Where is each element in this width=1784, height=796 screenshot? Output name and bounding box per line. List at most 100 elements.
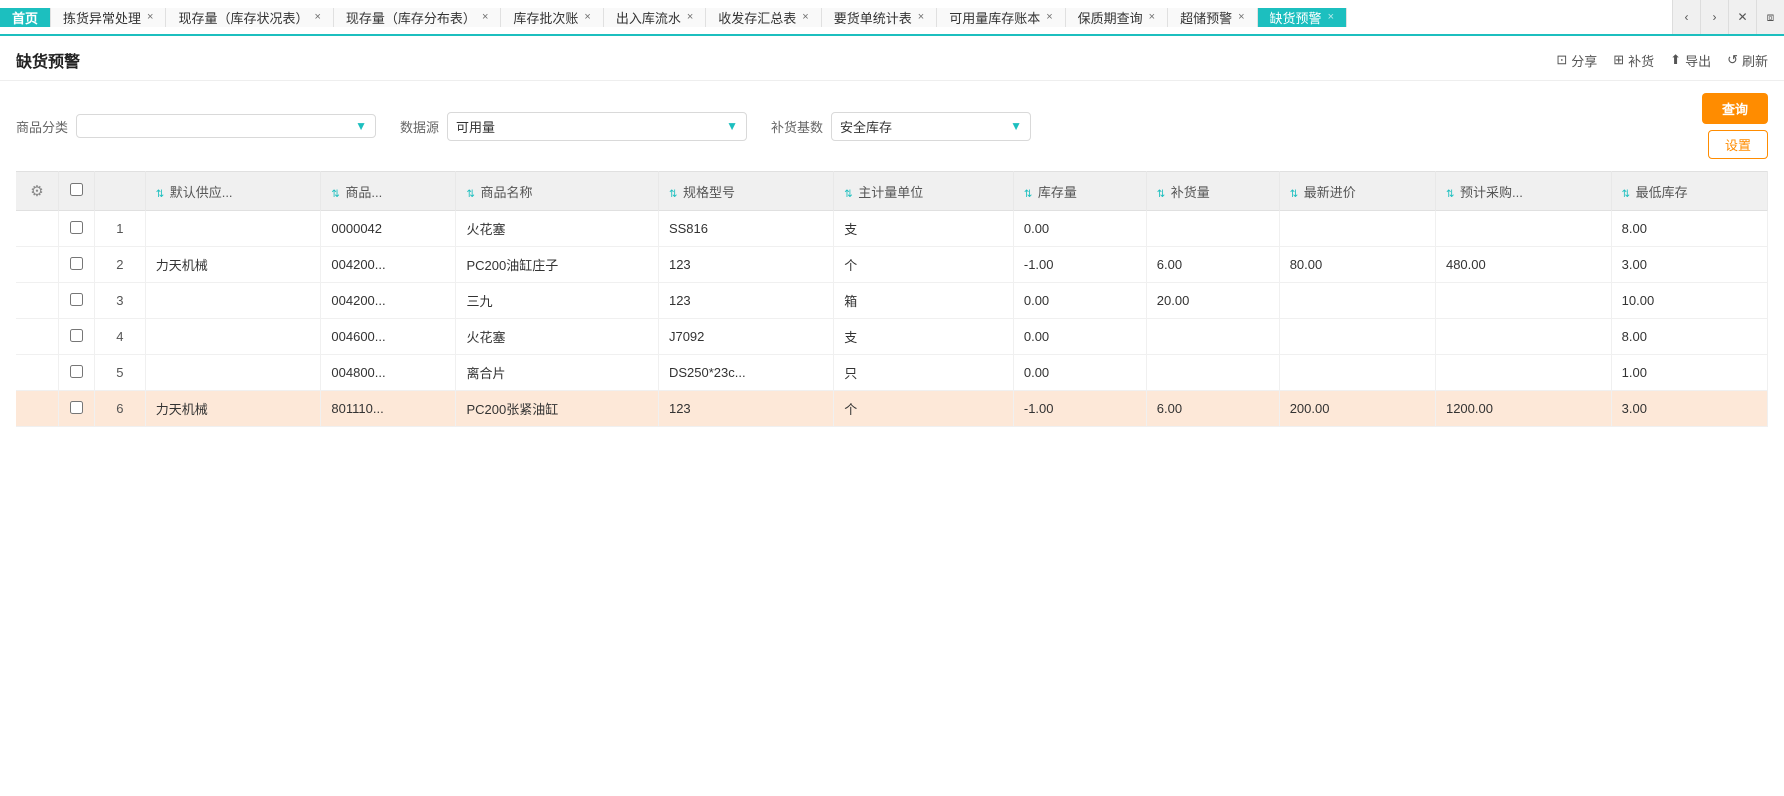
th-supplier[interactable]: ⇅ 默认供应... <box>145 172 321 211</box>
row-checkbox-3[interactable] <box>70 329 83 342</box>
tab-overstock[interactable]: 超储预警× <box>1168 8 1257 27</box>
row-supplier: 力天机械 <box>145 247 321 283</box>
tab-close-all-btn[interactable]: ✕ <box>1728 0 1756 34</box>
row-gear-cell <box>16 283 59 319</box>
tab-close-available[interactable]: × <box>1046 11 1052 23</box>
column-settings-icon[interactable]: ⚙ <box>26 180 48 202</box>
tab-close-batch[interactable]: × <box>584 11 590 23</box>
share-action[interactable]: ⊡ 分享 <box>1556 51 1597 70</box>
sort-supplier-icon: ⇅ <box>156 189 164 200</box>
row-checkbox-2[interactable] <box>70 293 83 306</box>
refresh-action[interactable]: ↺ 刷新 <box>1727 51 1768 70</box>
row-gear-cell <box>16 391 59 427</box>
tab-available[interactable]: 可用量库存账本× <box>937 8 1065 27</box>
filter-actions: 查询 设置 <box>1702 93 1768 159</box>
row-goods-name: 离合片 <box>456 355 658 391</box>
row-min-stock: 10.00 <box>1611 283 1767 319</box>
row-checkbox-cell[interactable] <box>59 211 95 247</box>
tab-prev-btn[interactable]: ‹ <box>1672 0 1700 34</box>
row-stock: 0.00 <box>1013 283 1146 319</box>
row-goods-code: 004800... <box>321 355 456 391</box>
table-row: 4 004600... 火花塞 J7092 支 0.00 8.00 <box>16 319 1768 355</box>
export-action[interactable]: ⬆ 导出 <box>1670 51 1711 70</box>
row-spec: 123 <box>658 247 833 283</box>
th-spec[interactable]: ⇅ 规格型号 <box>658 172 833 211</box>
th-est-purchase[interactable]: ⇅ 预计采购... <box>1435 172 1611 211</box>
th-goods-name[interactable]: ⇅ 商品名称 <box>456 172 658 211</box>
tab-inout-flow[interactable]: 出入库流水× <box>604 8 706 27</box>
category-select[interactable]: ▼ <box>76 114 376 138</box>
row-num-cell: 4 <box>95 319 146 355</box>
row-spec: DS250*23c... <box>658 355 833 391</box>
query-button[interactable]: 查询 <box>1702 93 1768 124</box>
base-select[interactable]: 安全库存 ▼ <box>831 112 1031 141</box>
tab-exception[interactable]: 拣货异常处理× <box>51 8 166 27</box>
sort-stock-icon: ⇅ <box>1024 189 1032 200</box>
tab-close-recv-summary[interactable]: × <box>802 11 808 23</box>
row-checkbox-4[interactable] <box>70 365 83 378</box>
tab-shortage[interactable]: 缺货预警× <box>1258 8 1347 27</box>
row-min-stock: 1.00 <box>1611 355 1767 391</box>
row-goods-code: 801110... <box>321 391 456 427</box>
tab-batch[interactable]: 库存批次账× <box>501 8 603 27</box>
sort-unit-icon: ⇅ <box>844 189 852 200</box>
th-gear[interactable]: ⚙ <box>16 172 59 211</box>
tab-home[interactable]: 首页 <box>0 8 51 27</box>
row-checkbox-cell[interactable] <box>59 283 95 319</box>
row-stock: 0.00 <box>1013 355 1146 391</box>
th-replenish[interactable]: ⇅ 补货量 <box>1146 172 1279 211</box>
row-unit: 个 <box>834 247 1014 283</box>
th-goods-code[interactable]: ⇅ 商品... <box>321 172 456 211</box>
tab-close-inventory-dist[interactable]: × <box>482 11 488 23</box>
base-filter-group: 补货基数 安全库存 ▼ <box>771 112 1031 141</box>
sort-goods-code-icon: ⇅ <box>331 189 339 200</box>
th-stock[interactable]: ⇅ 库存量 <box>1013 172 1146 211</box>
tab-recv-summary[interactable]: 收发存汇总表× <box>706 8 821 27</box>
row-goods-name: 火花塞 <box>456 211 658 247</box>
tab-close-inout-flow[interactable]: × <box>687 11 693 23</box>
datasource-select[interactable]: 可用量 ▼ <box>447 112 747 141</box>
row-est-purchase: 1200.00 <box>1435 391 1611 427</box>
tab-close-overstock[interactable]: × <box>1238 11 1244 23</box>
th-latest-price[interactable]: ⇅ 最新进价 <box>1279 172 1435 211</box>
tab-close-expiry[interactable]: × <box>1149 11 1155 23</box>
select-all-checkbox[interactable] <box>70 183 83 196</box>
tab-close-inventory-status[interactable]: × <box>314 11 320 23</box>
row-est-purchase <box>1435 283 1611 319</box>
header-actions: ⊡ 分享 ⊞ 补货 ⬆ 导出 ↺ 刷新 <box>1556 51 1768 70</box>
row-checkbox-0[interactable] <box>70 221 83 234</box>
row-latest-price: 80.00 <box>1279 247 1435 283</box>
row-num-cell: 5 <box>95 355 146 391</box>
row-gear-cell <box>16 247 59 283</box>
row-spec: SS816 <box>658 211 833 247</box>
row-num-cell: 3 <box>95 283 146 319</box>
th-min-stock[interactable]: ⇅ 最低库存 <box>1611 172 1767 211</box>
tab-inventory-dist[interactable]: 现存量（库存分布表）× <box>334 8 501 27</box>
row-replenish <box>1146 355 1279 391</box>
row-checkbox-cell[interactable] <box>59 391 95 427</box>
row-checkbox-cell[interactable] <box>59 319 95 355</box>
row-est-purchase <box>1435 319 1611 355</box>
share-label: 分享 <box>1571 51 1597 70</box>
tab-close-exception[interactable]: × <box>147 11 153 23</box>
export-label: 导出 <box>1685 51 1711 70</box>
settings-button[interactable]: 设置 <box>1708 130 1768 159</box>
tab-next-btn[interactable]: › <box>1700 0 1728 34</box>
tab-order-stats[interactable]: 要货单统计表× <box>822 8 937 27</box>
table-row: 2 力天机械 004200... PC200油缸庄子 123 个 -1.00 6… <box>16 247 1768 283</box>
row-checkbox-5[interactable] <box>70 401 83 414</box>
tab-close-shortage[interactable]: × <box>1328 11 1334 23</box>
row-checkbox-cell[interactable] <box>59 355 95 391</box>
replenish-action[interactable]: ⊞ 补货 <box>1613 51 1654 70</box>
th-unit[interactable]: ⇅ 主计量单位 <box>834 172 1014 211</box>
row-checkbox-cell[interactable] <box>59 247 95 283</box>
row-min-stock: 8.00 <box>1611 319 1767 355</box>
row-goods-code: 004200... <box>321 247 456 283</box>
tab-expand-btn[interactable]: ⧈ <box>1756 0 1784 34</box>
tab-expiry[interactable]: 保质期查询× <box>1066 8 1168 27</box>
tab-inventory-status[interactable]: 现存量（库存状况表）× <box>166 8 333 27</box>
tab-close-order-stats[interactable]: × <box>918 11 924 23</box>
row-latest-price <box>1279 211 1435 247</box>
row-checkbox-1[interactable] <box>70 257 83 270</box>
row-min-stock: 3.00 <box>1611 391 1767 427</box>
